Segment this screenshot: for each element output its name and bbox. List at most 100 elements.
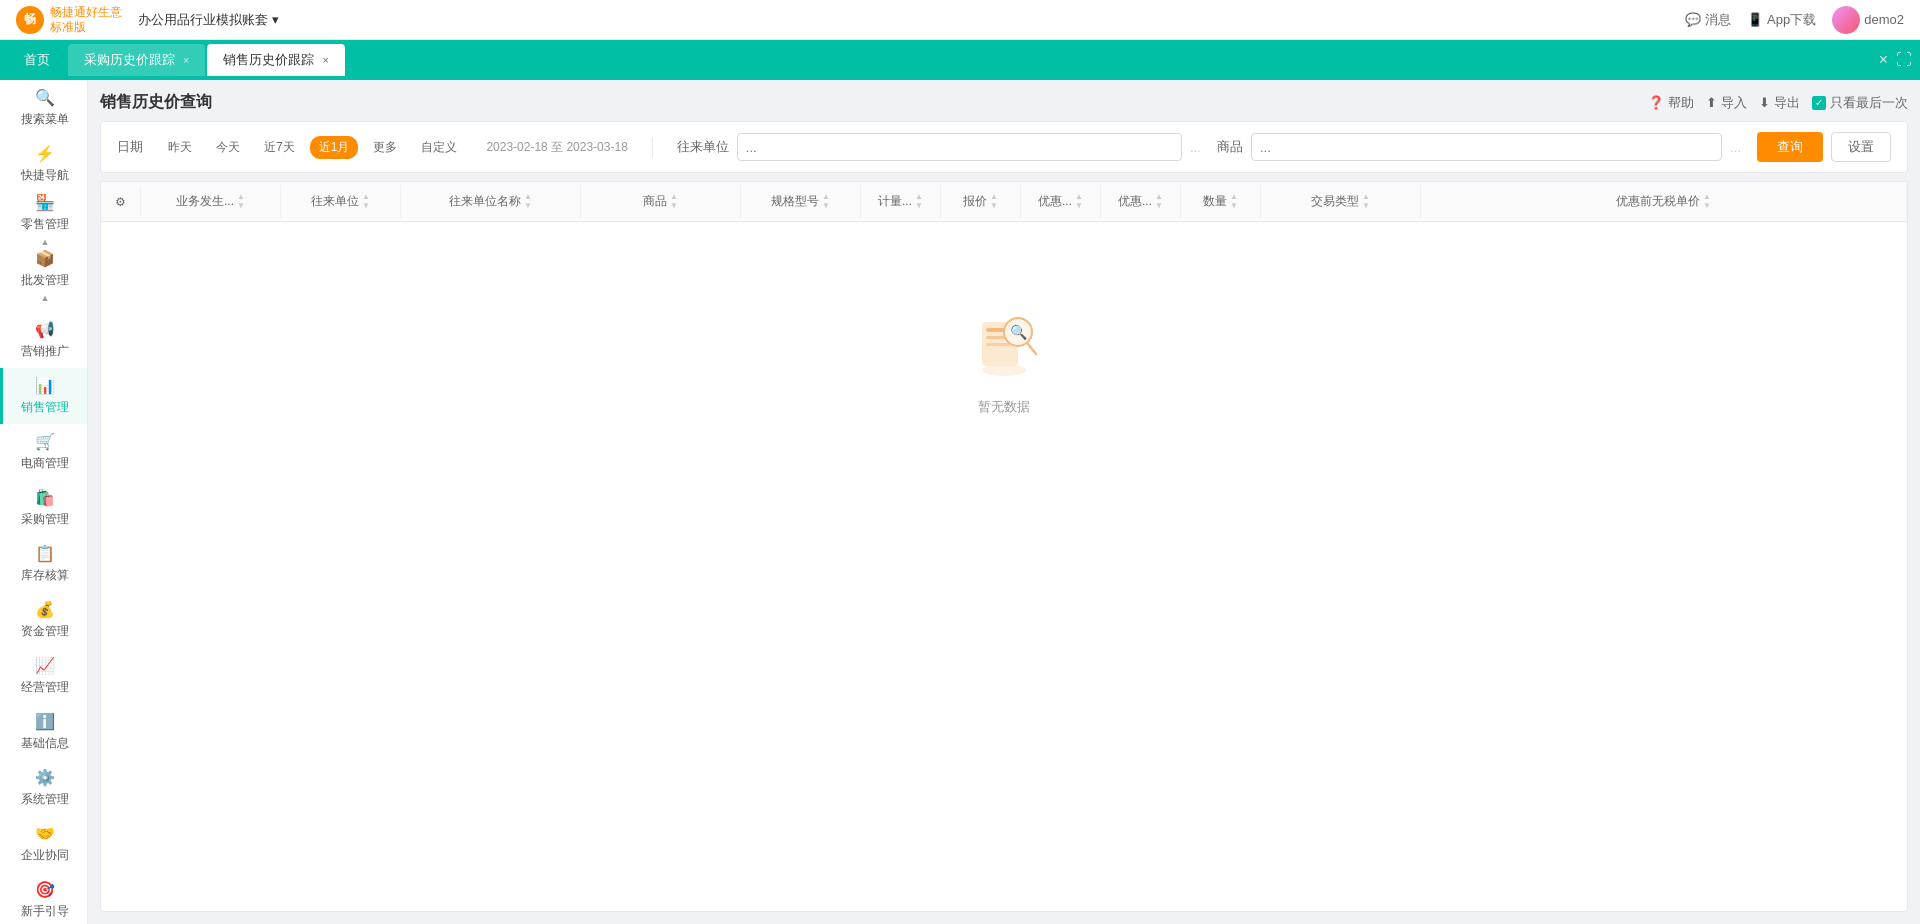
- top-bar-left: 畅 畅捷通好生意 标准版 办公用品行业模拟账套 ▾: [16, 5, 287, 34]
- product-ellipsis: ...: [1730, 140, 1741, 155]
- sidebar-item-enterprise-coop[interactable]: 🤝 企业协同: [0, 816, 87, 872]
- sort-unit-measure[interactable]: ▲ ▼: [915, 193, 923, 210]
- import-button[interactable]: ⬆ 导入: [1706, 94, 1747, 112]
- export-button[interactable]: ⬇ 导出: [1759, 94, 1800, 112]
- col-unit-code[interactable]: 往来单位 ▲ ▼: [281, 185, 401, 218]
- col-unit-name[interactable]: 往来单位名称 ▲ ▼: [401, 185, 581, 218]
- sort-quote[interactable]: ▲ ▼: [990, 193, 998, 210]
- sort-down-icon-5: ▼: [822, 202, 830, 210]
- date-btn-yesterday[interactable]: 昨天: [159, 136, 201, 159]
- sort-unit-name[interactable]: ▲ ▼: [524, 193, 532, 210]
- chevron-up-icon: ▲: [41, 237, 50, 247]
- sidebar-item-beginner-guide[interactable]: 🎯 新手引导: [0, 872, 87, 924]
- counterparty-input[interactable]: [737, 133, 1182, 161]
- col-product[interactable]: 商品 ▲ ▼: [581, 185, 741, 218]
- sidebar-item-ecommerce[interactable]: 🛒 电商管理: [0, 424, 87, 480]
- sort-down-icon-8: ▼: [1075, 202, 1083, 210]
- sort-qty[interactable]: ▲ ▼: [1230, 193, 1238, 210]
- date-btn-today[interactable]: 今天: [207, 136, 249, 159]
- retail-icon: 🏪: [35, 193, 55, 212]
- maximize-button[interactable]: ⛶: [1896, 51, 1912, 69]
- sort-up-icon-10: ▲: [1230, 193, 1238, 201]
- content-area: 销售历史价查询 ❓ 帮助 ⬆ 导入 ⬇ 导出 ✓ 只看最后一次: [88, 80, 1920, 924]
- sidebar-item-sales-mgmt[interactable]: 📊 销售管理: [0, 368, 87, 424]
- system-icon: ⚙️: [35, 768, 55, 787]
- counterparty-label: 往来单位: [677, 138, 729, 156]
- product-filter: 商品 ...: [1217, 133, 1741, 161]
- sidebar-item-ops[interactable]: 📈 经营管理: [0, 648, 87, 704]
- sidebar-item-retail-mgmt[interactable]: 🏪 零售管理 ▲: [0, 192, 87, 248]
- date-btn-last7[interactable]: 近7天: [255, 136, 304, 159]
- sort-spec[interactable]: ▲ ▼: [822, 193, 830, 210]
- sort-up-icon-11: ▲: [1362, 193, 1370, 201]
- filter-divider-1: [652, 137, 653, 157]
- col-discount2[interactable]: 优惠... ▲ ▼: [1101, 185, 1181, 218]
- import-icon: ⬆: [1706, 95, 1717, 110]
- app-download-button[interactable]: 📱 App下载: [1747, 11, 1816, 29]
- sort-discount1[interactable]: ▲ ▼: [1075, 193, 1083, 210]
- sort-pretax-price[interactable]: ▲ ▼: [1703, 193, 1711, 210]
- data-table: ⚙ 业务发生... ▲ ▼ 往来单位 ▲ ▼ 往: [100, 181, 1908, 912]
- app-selector[interactable]: 办公用品行业模拟账套 ▾: [130, 7, 287, 33]
- tab-home[interactable]: 首页: [8, 44, 66, 76]
- col-business-date[interactable]: 业务发生... ▲ ▼: [141, 185, 281, 218]
- date-btn-custom[interactable]: 自定义: [412, 136, 466, 159]
- col-quote[interactable]: 报价 ▲ ▼: [941, 185, 1021, 218]
- sort-unit-code[interactable]: ▲ ▼: [362, 193, 370, 210]
- user-profile[interactable]: demo2: [1832, 6, 1904, 34]
- date-btn-more[interactable]: 更多: [364, 136, 406, 159]
- table-header: ⚙ 业务发生... ▲ ▼ 往来单位 ▲ ▼ 往: [101, 182, 1907, 222]
- sort-product[interactable]: ▲ ▼: [670, 193, 678, 210]
- sort-business-date[interactable]: ▲ ▼: [237, 193, 245, 210]
- date-filter-label: 日期: [117, 138, 143, 156]
- chevron-down-icon: ▾: [272, 12, 279, 27]
- sidebar-item-marketing[interactable]: 📢 营销推广: [0, 312, 87, 368]
- sidebar-item-system[interactable]: ⚙️ 系统管理: [0, 760, 87, 816]
- basic-info-icon: ℹ️: [35, 712, 55, 731]
- marketing-icon: 📢: [35, 320, 55, 339]
- sort-down-icon: ▼: [237, 202, 245, 210]
- sidebar-item-search-menu[interactable]: 🔍 搜索菜单: [0, 80, 87, 136]
- message-button[interactable]: 💬 消息: [1685, 11, 1731, 29]
- tab-purchase-close[interactable]: ×: [183, 54, 189, 66]
- col-spec[interactable]: 规格型号 ▲ ▼: [741, 185, 861, 218]
- col-trade-type[interactable]: 交易类型 ▲ ▼: [1261, 185, 1421, 218]
- sort-up-icon: ▲: [237, 193, 245, 201]
- sort-down-icon-2: ▼: [362, 202, 370, 210]
- col-settings[interactable]: ⚙: [101, 187, 141, 217]
- sort-down-icon-9: ▼: [1155, 202, 1163, 210]
- tab-sales-close[interactable]: ×: [322, 54, 328, 66]
- sidebar-item-basic-info[interactable]: ℹ️ 基础信息: [0, 704, 87, 760]
- sidebar-item-quick-nav[interactable]: ⚡ 快捷导航: [0, 136, 87, 192]
- product-input[interactable]: [1251, 133, 1722, 161]
- only-last-checkbox[interactable]: ✓ 只看最后一次: [1812, 94, 1908, 112]
- sort-up-icon-5: ▲: [822, 193, 830, 201]
- settings-button[interactable]: 设置: [1831, 132, 1891, 162]
- query-button[interactable]: 查询: [1757, 132, 1823, 162]
- col-unit-measure[interactable]: 计量... ▲ ▼: [861, 185, 941, 218]
- tab-purchase-history[interactable]: 采购历史价跟踪 ×: [68, 44, 205, 76]
- close-all-tabs-button[interactable]: ×: [1879, 51, 1888, 69]
- col-discount1[interactable]: 优惠... ▲ ▼: [1021, 185, 1101, 218]
- tab-sales-history[interactable]: 销售历史价跟踪 ×: [207, 44, 344, 76]
- sidebar-item-wholesale-mgmt[interactable]: 📦 批发管理 ▲: [0, 248, 87, 304]
- tab-bar: 首页 采购历史价跟踪 × 销售历史价跟踪 × × ⛶: [0, 40, 1920, 80]
- sort-trade-type[interactable]: ▲ ▼: [1362, 193, 1370, 210]
- date-btn-last1month[interactable]: 近1月: [310, 136, 359, 159]
- sort-discount2[interactable]: ▲ ▼: [1155, 193, 1163, 210]
- ecommerce-icon: 🛒: [35, 432, 55, 451]
- top-bar: 畅 畅捷通好生意 标准版 办公用品行业模拟账套 ▾ 💬 消息 📱 App下载 d…: [0, 0, 1920, 40]
- product-label: 商品: [1217, 138, 1243, 156]
- sidebar-item-purchase[interactable]: 🛍️ 采购管理: [0, 480, 87, 536]
- col-pretax-price[interactable]: 优惠前无税单价 ▲ ▼: [1421, 185, 1907, 218]
- sort-up-icon-7: ▲: [990, 193, 998, 201]
- export-icon: ⬇: [1759, 95, 1770, 110]
- finance-icon: 💰: [35, 600, 55, 619]
- sidebar-item-inventory[interactable]: 📋 库存核算: [0, 536, 87, 592]
- counterparty-ellipsis: ...: [1190, 140, 1201, 155]
- help-button[interactable]: ❓ 帮助: [1648, 94, 1694, 112]
- sort-down-icon-3: ▼: [524, 202, 532, 210]
- coop-icon: 🤝: [35, 824, 55, 843]
- col-qty[interactable]: 数量 ▲ ▼: [1181, 185, 1261, 218]
- sidebar-item-finance[interactable]: 💰 资金管理: [0, 592, 87, 648]
